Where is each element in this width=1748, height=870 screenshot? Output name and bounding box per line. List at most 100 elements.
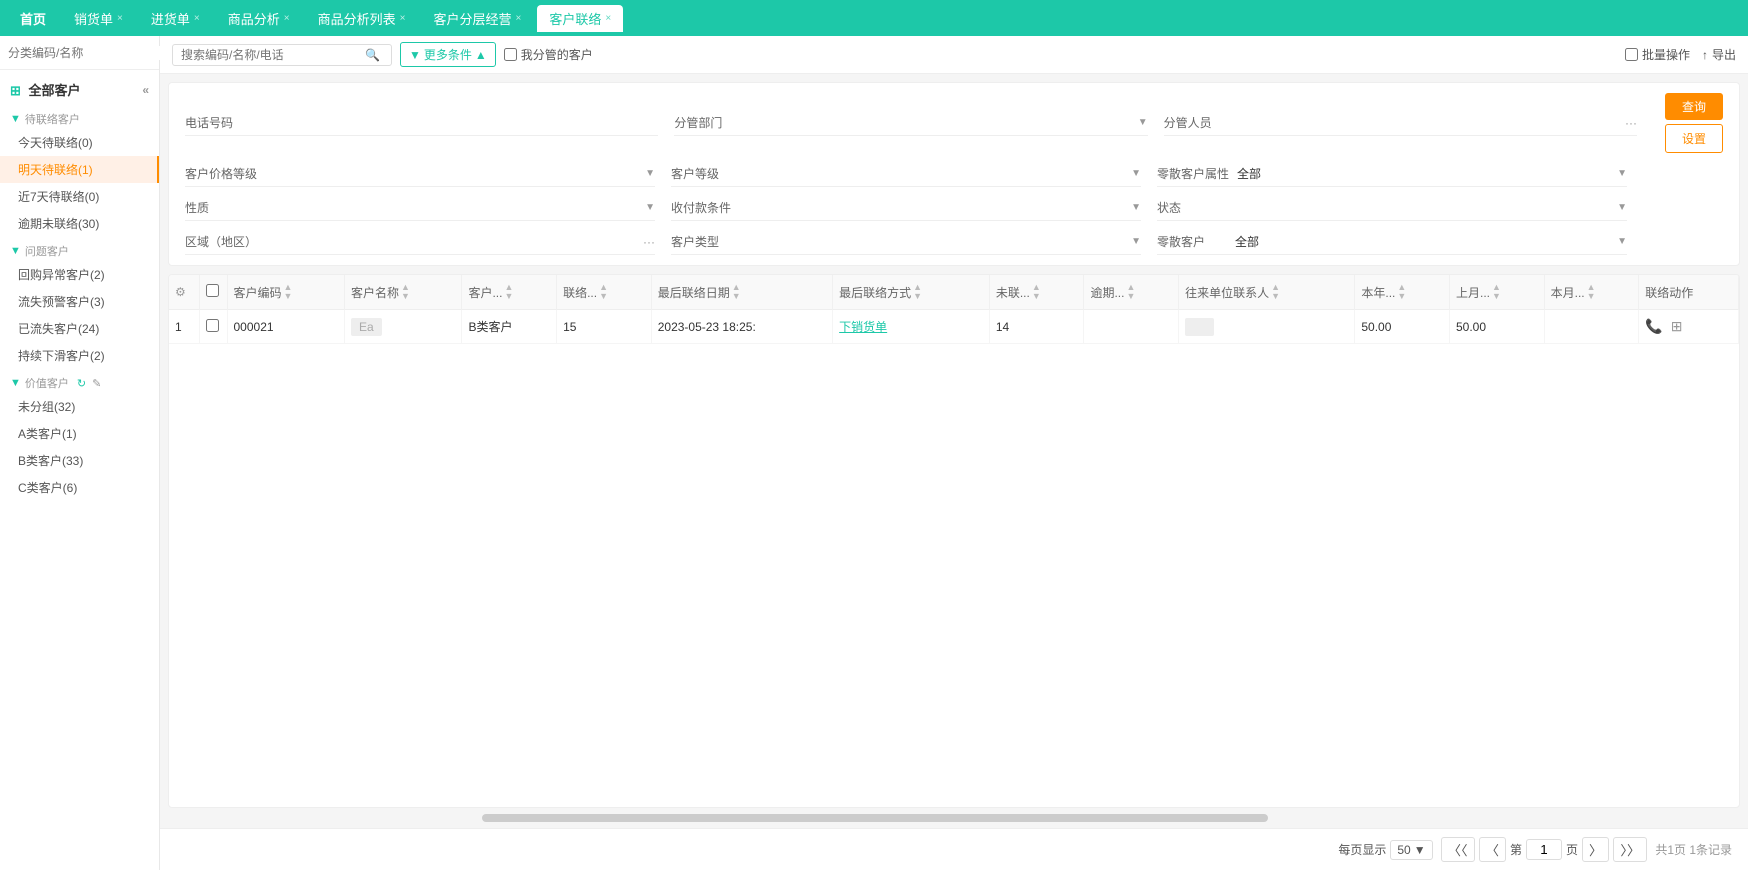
sort-icon[interactable]: ▲▼ — [284, 283, 293, 301]
export-btn[interactable]: ↑ 导出 — [1702, 46, 1736, 63]
filter-retail-attr[interactable]: 零散客户属性 全部 ▼ — [1157, 161, 1627, 187]
filter-phone-input[interactable] — [263, 116, 658, 130]
th-contact-count[interactable]: 联络... ▲▼ — [557, 275, 652, 310]
th-checkbox[interactable] — [199, 275, 227, 310]
close-icon[interactable]: × — [194, 13, 200, 24]
sidebar-item-overdue[interactable]: 逾期未联络(30) — [0, 210, 159, 237]
last-page-btn[interactable]: 〉〉 — [1613, 837, 1647, 862]
th-this-month[interactable]: 本月... ▲▼ — [1544, 275, 1639, 310]
sort-icon[interactable]: ▲▼ — [599, 283, 608, 301]
filter-region-dots[interactable]: ··· — [643, 235, 655, 249]
page-size-box[interactable]: 50 ▼ — [1390, 840, 1432, 860]
filter-price-level[interactable]: 客户价格等级 ▼ — [185, 161, 655, 187]
page-number-input[interactable] — [1526, 839, 1562, 860]
sort-icon[interactable]: ▲▼ — [1492, 283, 1501, 301]
filter-retail-attr-select[interactable]: 全部 ▼ — [1237, 165, 1627, 182]
scroll-thumb[interactable] — [482, 814, 1268, 822]
close-icon[interactable]: × — [605, 13, 611, 24]
sidebar-search-input[interactable] — [8, 46, 163, 60]
filter-payment[interactable]: 收付款条件 ▼ — [671, 195, 1141, 221]
sidebar-item-class-b[interactable]: B类客户(33) — [0, 447, 159, 474]
query-button[interactable]: 查询 — [1665, 93, 1723, 120]
cell-checkbox[interactable] — [199, 310, 227, 344]
filter-cust-level-select[interactable]: ▼ — [749, 168, 1141, 179]
filter-status-select[interactable]: ▼ — [1235, 202, 1627, 213]
prev-page-btn[interactable]: 〈 — [1479, 837, 1506, 862]
filter-nature-select[interactable]: ▼ — [263, 202, 655, 213]
sort-icon[interactable]: ▲▼ — [504, 283, 513, 301]
more-filter-btn[interactable]: ▼ 更多条件 ▲ — [400, 42, 496, 67]
filter-payment-select[interactable]: ▼ — [749, 202, 1141, 213]
nav-purchase-order[interactable]: 进货单 × — [139, 5, 212, 32]
filter-status[interactable]: 状态 ▼ — [1157, 195, 1627, 221]
first-page-btn[interactable]: 〈〈 — [1441, 837, 1475, 862]
sort-icon[interactable]: ▲▼ — [401, 283, 410, 301]
last-contact-link[interactable]: 下销货单 — [839, 320, 887, 334]
th-last-contact-date[interactable]: 最后联络日期 ▲▼ — [651, 275, 832, 310]
filter-cust-type[interactable]: 客户类型 ▼ — [671, 229, 1141, 255]
sidebar-item-ungrouped[interactable]: 未分组(32) — [0, 393, 159, 420]
grid-action-icon[interactable]: ⊞ — [1671, 318, 1683, 335]
th-year-amount[interactable]: 本年... ▲▼ — [1355, 275, 1450, 310]
nav-home[interactable]: 首页 — [8, 5, 58, 32]
sidebar-item-class-a[interactable]: A类客户(1) — [0, 420, 159, 447]
edit-icon[interactable]: ✎ — [92, 377, 101, 390]
my-customers-checkbox[interactable]: 我分管的客户 — [504, 46, 593, 63]
my-customers-check[interactable] — [504, 48, 517, 61]
sidebar-all-customers[interactable]: ⊞ 全部客户 « — [0, 74, 159, 105]
th-unlisted[interactable]: 未联... ▲▼ — [989, 275, 1084, 310]
sort-icon[interactable]: ▲▼ — [1126, 283, 1135, 301]
select-all-checkbox[interactable] — [206, 284, 219, 297]
batch-op-btn[interactable]: 批量操作 — [1625, 46, 1690, 63]
close-icon[interactable]: × — [515, 13, 521, 24]
th-settings[interactable]: ⚙ — [169, 275, 199, 310]
nav-customer-layered[interactable]: 客户分层经营 × — [421, 5, 533, 32]
sidebar-item-class-c[interactable]: C类客户(6) — [0, 474, 159, 501]
th-customer-name[interactable]: 客户名称 ▲▼ — [344, 275, 461, 310]
search-icon[interactable]: 🔍 — [365, 48, 380, 62]
batch-op-check[interactable] — [1625, 48, 1638, 61]
filter-nature[interactable]: 性质 ▼ — [185, 195, 655, 221]
close-icon[interactable]: × — [117, 13, 123, 24]
collapse-icon[interactable]: « — [142, 83, 149, 97]
th-customer-code[interactable]: 客户编码 ▲▼ — [227, 275, 344, 310]
sidebar-item-7days[interactable]: 近7天待联络(0) — [0, 183, 159, 210]
sidebar-item-churn-warning[interactable]: 流失预警客户(3) — [0, 288, 159, 315]
sort-icon[interactable]: ▲▼ — [1397, 283, 1406, 301]
th-last-month[interactable]: 上月... ▲▼ — [1450, 275, 1545, 310]
phone-icon[interactable]: 📞 — [1645, 318, 1662, 335]
sort-icon[interactable]: ▲▼ — [1032, 283, 1041, 301]
nav-customer-contact[interactable]: 客户联络 × — [537, 5, 623, 32]
filter-dept[interactable]: 分管部门 ▼ — [674, 110, 1147, 136]
th-overdue[interactable]: 逾期... ▲▼ — [1084, 275, 1179, 310]
next-page-btn[interactable]: 〉 — [1582, 837, 1609, 862]
sidebar-item-churned[interactable]: 已流失客户(24) — [0, 315, 159, 342]
settings-icon[interactable]: ⚙ — [175, 285, 186, 299]
filter-price-level-select[interactable]: ▼ — [265, 168, 655, 179]
nav-sales-order[interactable]: 销货单 × — [62, 5, 135, 32]
th-customer-type[interactable]: 客户... ▲▼ — [462, 275, 557, 310]
nav-product-analysis[interactable]: 商品分析 × — [216, 5, 302, 32]
filter-manager-dots[interactable]: ··· — [1625, 116, 1637, 130]
refresh-icon[interactable]: ↻ — [77, 377, 86, 390]
close-icon[interactable]: × — [400, 13, 406, 24]
sort-icon[interactable]: ▲▼ — [1587, 283, 1596, 301]
sort-icon[interactable]: ▲▼ — [732, 283, 741, 301]
row-checkbox[interactable] — [206, 319, 219, 332]
sidebar-item-today[interactable]: 今天待联络(0) — [0, 129, 159, 156]
th-unit-contact[interactable]: 往来单位联系人 ▲▼ — [1179, 275, 1355, 310]
sidebar-item-repurchase-abnormal[interactable]: 回购异常客户(2) — [0, 261, 159, 288]
sort-icon[interactable]: ▲▼ — [1271, 283, 1280, 301]
sidebar-item-tomorrow[interactable]: 明天待联络(1) — [0, 156, 159, 183]
sidebar-item-declining[interactable]: 持续下滑客户(2) — [0, 342, 159, 369]
filter-cust-level[interactable]: 客户等级 ▼ — [671, 161, 1141, 187]
nav-product-analysis-list[interactable]: 商品分析列表 × — [306, 5, 418, 32]
search-box[interactable]: 🔍 — [172, 44, 392, 66]
cell-last-contact-method[interactable]: 下销货单 — [833, 310, 990, 344]
search-input[interactable] — [181, 48, 361, 62]
close-icon[interactable]: × — [284, 13, 290, 24]
th-last-contact-method[interactable]: 最后联络方式 ▲▼ — [833, 275, 990, 310]
sort-icon[interactable]: ▲▼ — [913, 283, 922, 301]
filter-retail-select[interactable]: 全部 ▼ — [1235, 233, 1627, 250]
filter-retail[interactable]: 零散客户 全部 ▼ — [1157, 229, 1627, 255]
